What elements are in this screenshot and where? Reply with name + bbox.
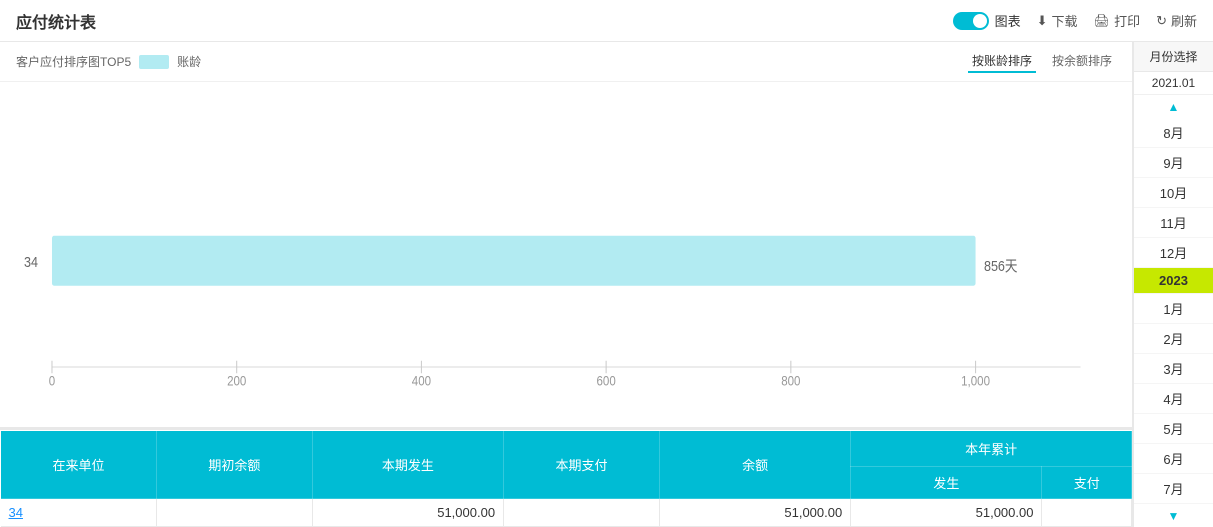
- col-origin: 在来单位: [1, 431, 157, 499]
- refresh-label: 刷新: [1171, 11, 1197, 30]
- sidebar-current-year[interactable]: 2021.01: [1134, 72, 1213, 95]
- chart-toggle-wrap[interactable]: 图表: [953, 11, 1021, 30]
- svg-text:600: 600: [597, 374, 616, 389]
- header: 应付统计表 图表 ⬇ 下载 🖨 打印 ↻ 刷新: [0, 0, 1213, 42]
- sidebar-year-2023[interactable]: 2023: [1134, 268, 1213, 294]
- chart-canvas: 34 856天 0 200 400 600 800 1,000: [0, 82, 1132, 427]
- col-ytd: 本年累计: [851, 431, 1132, 467]
- download-icon: ⬇: [1037, 13, 1048, 29]
- cell-opening: [156, 499, 312, 527]
- col-current-pay: 本期支付: [504, 431, 660, 499]
- sidebar-months: 8月 9月 10月 11月 12月 2023 1月 2月 3月 4月 5月 6月…: [1134, 118, 1213, 504]
- cell-ytd-pay: [1042, 499, 1132, 527]
- svg-text:400: 400: [412, 374, 431, 389]
- col-current-occur: 本期发生: [312, 431, 503, 499]
- svg-text:1,000: 1,000: [961, 374, 990, 389]
- svg-text:200: 200: [227, 374, 246, 389]
- svg-text:856天: 856天: [984, 257, 1018, 274]
- chart-toggle-label: 图表: [995, 11, 1021, 30]
- print-icon: 🖨: [1094, 13, 1111, 29]
- svg-text:0: 0: [49, 374, 55, 389]
- sidebar-month-7[interactable]: 7月: [1134, 474, 1213, 504]
- download-label: 下载: [1052, 11, 1078, 30]
- sidebar-header: 月份选择: [1134, 42, 1213, 72]
- sidebar-down-button[interactable]: [1134, 504, 1213, 527]
- sidebar: 月份选择 2021.01 8月 9月 10月 11月 12月 2023 1月 2…: [1133, 42, 1213, 527]
- sidebar-month-2[interactable]: 2月: [1134, 324, 1213, 354]
- chart-svg: 34 856天 0 200 400 600 800 1,000: [10, 92, 1112, 417]
- sidebar-month-1[interactable]: 1月: [1134, 294, 1213, 324]
- sort-by-balance-button[interactable]: 按账龄排序: [968, 50, 1036, 73]
- main-content: 客户应付排序图TOP5 账龄 按账龄排序 按余额排序 34 8: [0, 42, 1213, 527]
- chart-controls: 客户应付排序图TOP5 账龄 按账龄排序 按余额排序: [0, 42, 1132, 82]
- download-button[interactable]: ⬇ 下载: [1037, 11, 1078, 30]
- sidebar-month-5[interactable]: 5月: [1134, 414, 1213, 444]
- legend-area: 客户应付排序图TOP5 账龄: [16, 53, 201, 70]
- chart-section: 客户应付排序图TOP5 账龄 按账龄排序 按余额排序 34 8: [0, 42, 1133, 527]
- page-title: 应付统计表: [16, 9, 96, 33]
- cell-current-occur: 51,000.00: [312, 499, 503, 527]
- legend-label: 账龄: [177, 53, 201, 70]
- chart-toggle[interactable]: [953, 12, 989, 30]
- sidebar-up-button[interactable]: [1134, 95, 1213, 118]
- col-balance: 余额: [659, 431, 850, 499]
- data-table: 在来单位 期初余额 本期发生 本期支付 余额 本年累计 发生 支付: [0, 430, 1132, 527]
- cell-ytd-occur: 51,000.00: [851, 499, 1042, 527]
- sidebar-month-9[interactable]: 9月: [1134, 148, 1213, 178]
- page-wrapper: 应付统计表 图表 ⬇ 下载 🖨 打印 ↻ 刷新: [0, 0, 1213, 527]
- sidebar-month-10[interactable]: 10月: [1134, 178, 1213, 208]
- sort-by-amount-button[interactable]: 按余额排序: [1048, 50, 1116, 73]
- cell-balance: 51,000.00: [659, 499, 850, 527]
- cell-origin[interactable]: 34: [1, 499, 157, 527]
- print-label: 打印: [1114, 11, 1140, 30]
- refresh-icon: ↻: [1156, 13, 1167, 29]
- col-opening: 期初余额: [156, 431, 312, 499]
- sidebar-month-11[interactable]: 11月: [1134, 208, 1213, 238]
- header-actions: 图表 ⬇ 下载 🖨 打印 ↻ 刷新: [953, 11, 1197, 30]
- sort-controls: 按账龄排序 按余额排序: [968, 50, 1116, 73]
- sidebar-month-12[interactable]: 12月: [1134, 238, 1213, 268]
- refresh-button[interactable]: ↻ 刷新: [1156, 11, 1197, 30]
- sidebar-month-3[interactable]: 3月: [1134, 354, 1213, 384]
- legend-box: [139, 55, 169, 69]
- col-ytd-pay: 支付: [1042, 467, 1132, 499]
- svg-text:34: 34: [24, 253, 38, 270]
- col-ytd-occur: 发生: [851, 467, 1042, 499]
- cell-current-pay: [504, 499, 660, 527]
- sidebar-month-8[interactable]: 8月: [1134, 118, 1213, 148]
- chevron-up-icon: [1168, 99, 1180, 114]
- sidebar-month-4[interactable]: 4月: [1134, 384, 1213, 414]
- chart-legend-title: 客户应付排序图TOP5: [16, 53, 131, 70]
- table-row: 34 51,000.00 51,000.00 51,000.00: [1, 499, 1132, 527]
- print-button[interactable]: 🖨 打印: [1094, 11, 1141, 30]
- table-section: 在来单位 期初余额 本期发生 本期支付 余额 本年累计 发生 支付: [0, 427, 1132, 527]
- chevron-down-icon: [1168, 508, 1180, 523]
- svg-text:800: 800: [781, 374, 800, 389]
- sidebar-month-6[interactable]: 6月: [1134, 444, 1213, 474]
